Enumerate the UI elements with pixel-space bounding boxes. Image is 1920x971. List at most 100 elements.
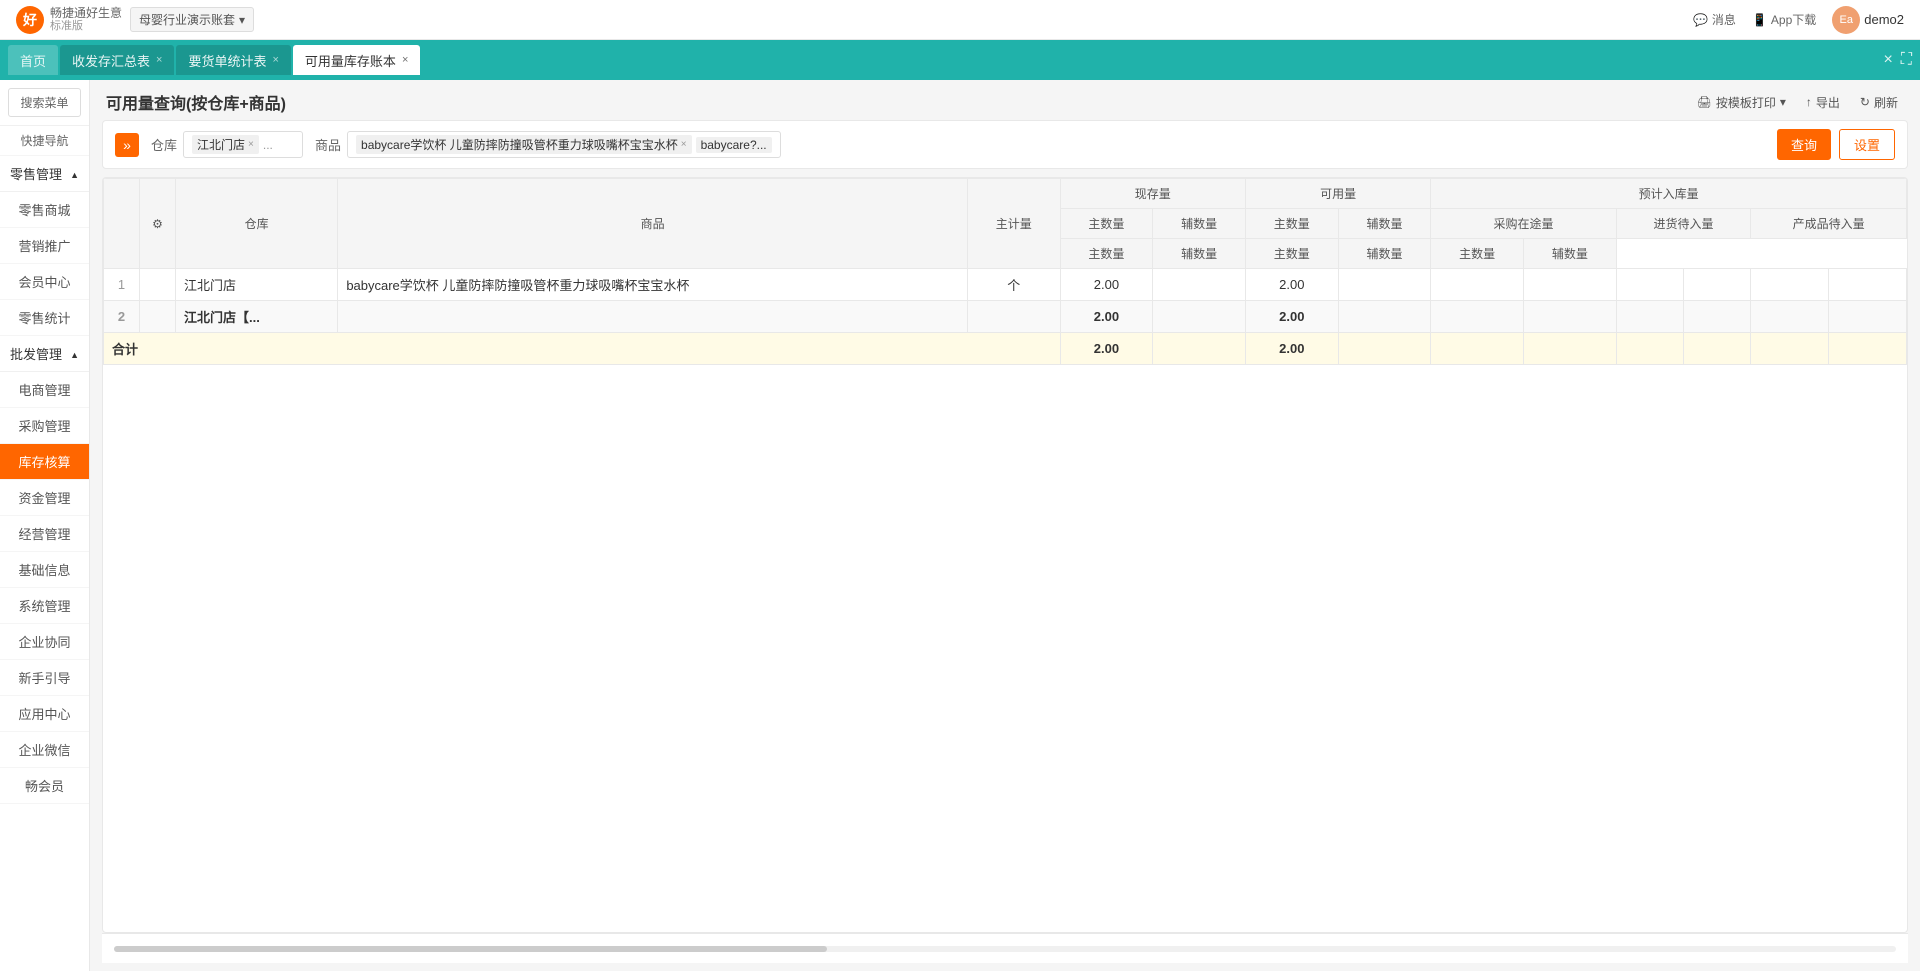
page-title: 可用量查询(按仓库+商品) xyxy=(106,90,286,114)
sidebar-item-member-center[interactable]: 会员中心 xyxy=(0,264,89,300)
filter-expand-btn[interactable]: » xyxy=(115,133,139,157)
row-2-unit xyxy=(967,301,1060,333)
row-2-inbound-aux xyxy=(1683,301,1750,333)
user-area[interactable]: Ea demo2 xyxy=(1832,6,1904,34)
warehouse-dots[interactable]: ... xyxy=(263,138,273,152)
sidebar-item-newuser[interactable]: 新手引导 xyxy=(0,660,89,696)
search-menu-btn[interactable]: 搜索菜单 xyxy=(8,88,81,117)
warehouse-tag: 江北门店 × xyxy=(192,135,259,154)
col-purchase-onway: 采购在途量 xyxy=(1431,209,1616,239)
batch-label: 批发管理 xyxy=(10,344,62,363)
tab-yaohuo-label: 要货单统计表 xyxy=(188,51,266,70)
col-inbound-aux: 辅数量 xyxy=(1338,239,1431,269)
sidebar-item-marketing[interactable]: 营销推广 xyxy=(0,228,89,264)
tab-yaohuo-close[interactable]: × xyxy=(272,54,278,66)
refresh-btn[interactable]: ↻ 刷新 xyxy=(1854,91,1904,114)
content-area: 可用量查询(按仓库+商品) 🖨 按模板打印 ▾ ↑ 导出 ↻ 刷新 xyxy=(90,80,1920,971)
summary-stock-aux xyxy=(1153,333,1246,365)
tab-expand-btn[interactable]: ⛶ xyxy=(1901,51,1912,69)
sidebar-item-enterprise[interactable]: 企业协同 xyxy=(0,624,89,660)
sidebar-item-finance[interactable]: 资金管理 xyxy=(0,480,89,516)
sidebar-item-sys[interactable]: 系统管理 xyxy=(0,588,89,624)
tab-shoufa-close[interactable]: × xyxy=(156,54,162,66)
row-2-num: 2 xyxy=(104,301,140,333)
tab-yaohuo[interactable]: 要货单统计表 × xyxy=(176,45,290,75)
col-stock-main: 主数量 xyxy=(1060,209,1153,239)
sidebar-section-header-batch[interactable]: 批发管理 xyxy=(0,336,89,372)
sidebar-item-inventory[interactable]: 库存核算 xyxy=(0,444,89,480)
tab-bar: 首页 收发存汇总表 × 要货单统计表 × 可用量库存账本 × × ⛶ xyxy=(0,40,1920,80)
row-1-num: 1 xyxy=(104,269,140,301)
tab-keyongliang-close[interactable]: × xyxy=(402,54,408,66)
sidebar-item-ops[interactable]: 经营管理 xyxy=(0,516,89,552)
sidebar-item-purchase[interactable]: 采购管理 xyxy=(0,408,89,444)
top-bar: 好 畅捷通好生意 标准版 母婴行业演示账套 ▾ 💬 消息 📱 App下载 Ea … xyxy=(0,0,1920,40)
message-icon: 💬 xyxy=(1693,13,1708,27)
row-2-stock-aux xyxy=(1153,301,1246,333)
logo-area: 好 畅捷通好生意 标准版 xyxy=(16,6,122,34)
logo-text: 畅捷通好生意 标准版 xyxy=(50,6,122,34)
horizontal-scrollbar[interactable] xyxy=(114,946,1896,952)
logo-main-text: 畅捷通好生意 xyxy=(50,6,122,20)
sidebar-item-member[interactable]: 畅会员 xyxy=(0,768,89,804)
sidebar-item-retail-stats[interactable]: 零售统计 xyxy=(0,300,89,336)
print-btn[interactable]: 🖨 按模板打印 ▾ xyxy=(1691,91,1792,114)
row-2-avail-aux xyxy=(1338,301,1431,333)
page-actions: 🖨 按模板打印 ▾ ↑ 导出 ↻ 刷新 xyxy=(1691,91,1904,114)
row-2-purchase-aux xyxy=(1524,301,1617,333)
col-rownum xyxy=(104,179,140,269)
top-bar-left: 好 畅捷通好生意 标准版 母婴行业演示账套 ▾ xyxy=(16,6,254,34)
row-1-product: babycare学饮杯 儿童防摔防撞吸管杯重力球吸嘴杯宝宝水杯 xyxy=(338,269,968,301)
row-2-gear[interactable] xyxy=(140,301,176,333)
data-table: ⚙ 仓库 商品 主计量 现存量 可用量 预计入库量 主数量 辅数量 主数量 辅数… xyxy=(103,178,1907,365)
col-current-stock: 现存量 xyxy=(1060,179,1245,209)
col-forecast-in: 预计入库量 xyxy=(1431,179,1907,209)
quick-nav-btn[interactable]: 快捷导航 xyxy=(0,126,89,156)
sidebar-item-ecommerce-mall[interactable]: 零售商城 xyxy=(0,192,89,228)
row-1-warehouse: 江北门店 xyxy=(176,269,338,301)
row-2-product xyxy=(338,301,968,333)
logo-sub-text: 标准版 xyxy=(50,20,122,33)
col-avail-main: 主数量 xyxy=(1245,209,1338,239)
print-label: 按模板打印 xyxy=(1716,94,1776,111)
warehouse-tag-close[interactable]: × xyxy=(248,139,254,150)
message-btn[interactable]: 💬 消息 xyxy=(1693,11,1736,28)
col-product-pending: 产成品待入量 xyxy=(1751,209,1907,239)
summary-product-aux xyxy=(1829,333,1907,365)
summary-product-main xyxy=(1751,333,1829,365)
sidebar-section-header-zero-sales[interactable]: 零售管理 xyxy=(0,156,89,192)
tab-home[interactable]: 首页 xyxy=(8,45,58,75)
sidebar-item-bizwechat[interactable]: 企业微信 xyxy=(0,732,89,768)
scrollbar-thumb[interactable] xyxy=(114,946,827,952)
row-1-purchase-aux xyxy=(1524,269,1617,301)
warehouse-label: 仓库 xyxy=(151,135,177,154)
industry-selector[interactable]: 母婴行业演示账套 ▾ xyxy=(130,7,254,32)
warehouse-input[interactable]: 江北门店 × ... xyxy=(183,131,303,158)
col-product: 商品 xyxy=(338,179,968,269)
message-label: 消息 xyxy=(1712,11,1736,28)
product-input[interactable]: babycare学饮杯 儿童防摔防撞吸管杯重力球吸嘴杯宝宝水杯 × babyca… xyxy=(347,131,781,158)
settings-btn[interactable]: 设置 xyxy=(1839,129,1895,160)
query-btn[interactable]: 查询 xyxy=(1777,129,1831,160)
tab-shoufa[interactable]: 收发存汇总表 × xyxy=(60,45,174,75)
col-gear[interactable]: ⚙ xyxy=(140,179,176,269)
table-container: ⚙ 仓库 商品 主计量 现存量 可用量 预计入库量 主数量 辅数量 主数量 辅数… xyxy=(102,177,1908,933)
row-1-gear[interactable] xyxy=(140,269,176,301)
export-btn[interactable]: ↑ 导出 xyxy=(1800,91,1846,114)
avatar-initial: Ea xyxy=(1840,14,1853,26)
row-1-stock-aux xyxy=(1153,269,1246,301)
tab-keyongliang[interactable]: 可用量库存账本 × xyxy=(293,45,420,75)
user-name: demo2 xyxy=(1864,12,1904,27)
sidebar-item-base[interactable]: 基础信息 xyxy=(0,552,89,588)
row-1-product-aux xyxy=(1829,269,1907,301)
col-purchase-main: 主数量 xyxy=(1060,239,1153,269)
sidebar: 搜索菜单 快捷导航 零售管理 零售商城 营销推广 会员中心 零售统计 批发管理 … xyxy=(0,80,90,971)
product-tag-1-close[interactable]: × xyxy=(681,139,687,150)
app-download-btn[interactable]: 📱 App下载 xyxy=(1752,11,1816,28)
tab-close-all-btn[interactable]: × xyxy=(1883,51,1892,69)
summary-stock-main: 2.00 xyxy=(1060,333,1153,365)
avatar: Ea xyxy=(1832,6,1860,34)
sidebar-item-ecommerce[interactable]: 电商管理 xyxy=(0,372,89,408)
col-avail-aux: 辅数量 xyxy=(1338,209,1431,239)
sidebar-item-appcenter[interactable]: 应用中心 xyxy=(0,696,89,732)
